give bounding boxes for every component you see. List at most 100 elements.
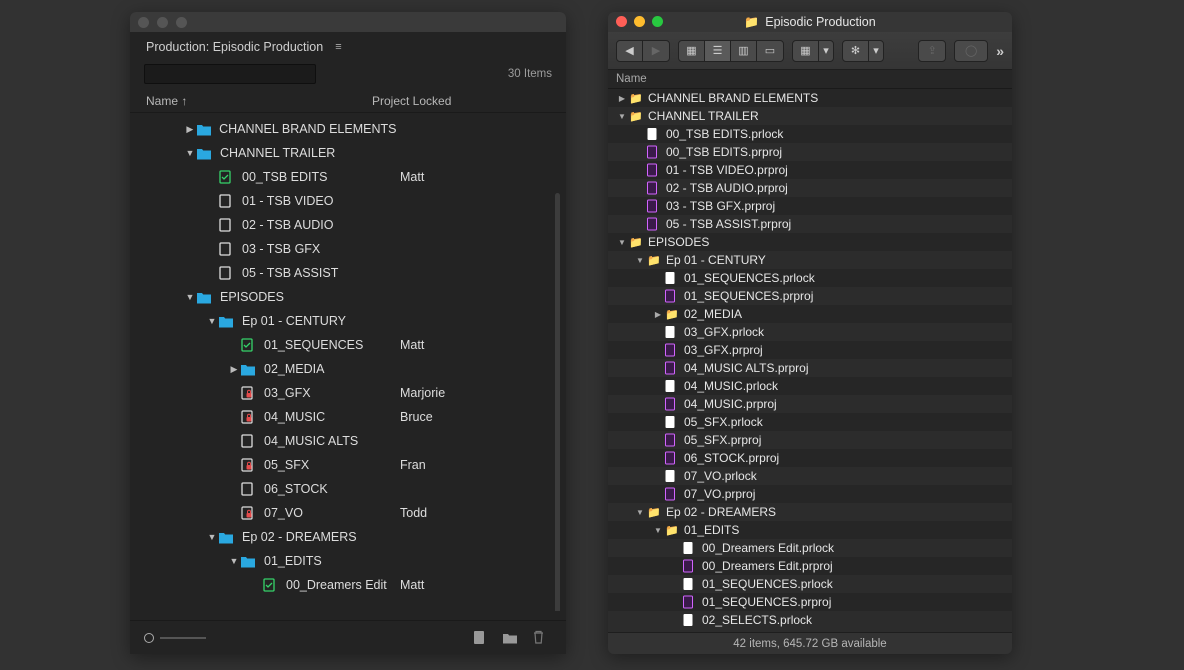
tree-row[interactable]: 07_VOTodd	[138, 501, 562, 525]
minimize-button[interactable]	[634, 16, 645, 27]
share-button[interactable]: ⇪	[919, 41, 945, 61]
file-row[interactable]: 04_MUSIC.prlock	[608, 377, 1012, 395]
tree-row[interactable]: 02 - TSB AUDIO	[138, 213, 562, 237]
tree-row[interactable]: ▼Ep 01 - CENTURY	[138, 309, 562, 333]
arrange-button[interactable]: ▦	[793, 41, 819, 61]
disclosure-triangle[interactable]: ▼	[184, 148, 196, 158]
file-list[interactable]: ▶📁CHANNEL BRAND ELEMENTS▼📁CHANNEL TRAILE…	[608, 89, 1012, 632]
file-row[interactable]: 06_STOCK.prproj	[608, 449, 1012, 467]
tree-row[interactable]: 03_GFXMarjorie	[138, 381, 562, 405]
window-titlebar[interactable]	[130, 12, 566, 32]
project-tree[interactable]: ▶CHANNEL BRAND ELEMENTS▼CHANNEL TRAILER0…	[130, 113, 566, 611]
col-name[interactable]: Name ↑	[146, 94, 372, 108]
new-folder-icon[interactable]	[502, 631, 522, 645]
file-row[interactable]: 05_SFX.prlock	[608, 413, 1012, 431]
icon-view-button[interactable]: ▦	[679, 41, 705, 61]
disclosure-triangle[interactable]: ▼	[184, 292, 196, 302]
file-row[interactable]: ▶📁02_MEDIA	[608, 305, 1012, 323]
tree-row[interactable]: 03 - TSB GFX	[138, 237, 562, 261]
tree-row[interactable]: 04_MUSICBruce	[138, 405, 562, 429]
finder-titlebar[interactable]: 📁 Episodic Production	[608, 12, 1012, 32]
close-dot[interactable]	[138, 17, 149, 28]
list-view-button[interactable]: ☰	[705, 41, 731, 61]
column-header-name[interactable]: Name	[608, 70, 1012, 89]
disclosure-triangle[interactable]: ▼	[634, 256, 646, 265]
tree-row[interactable]: ▼01_EDITS	[138, 549, 562, 573]
disclosure-triangle[interactable]: ▶	[184, 124, 196, 135]
file-row[interactable]: 03_GFX.prlock	[608, 323, 1012, 341]
file-row[interactable]: 00_TSB EDITS.prproj	[608, 143, 1012, 161]
trash-icon[interactable]	[532, 630, 552, 645]
file-row[interactable]: ▼📁Ep 02 - DREAMERS	[608, 503, 1012, 521]
disclosure-triangle[interactable]: ▼	[228, 556, 240, 566]
search-input[interactable]	[144, 64, 316, 84]
file-row[interactable]: 01_SEQUENCES.prproj	[608, 287, 1012, 305]
tree-row[interactable]: ▼CHANNEL TRAILER	[138, 141, 562, 165]
file-name: 00_Dreamers Edit.prlock	[702, 541, 834, 555]
column-view-button[interactable]: ▥	[731, 41, 757, 61]
gear-icon[interactable]: ✻	[843, 41, 869, 61]
close-button[interactable]	[616, 16, 627, 27]
file-row[interactable]: 07_VO.prproj	[608, 485, 1012, 503]
column-headers[interactable]: Name ↑ Project Locked	[130, 86, 566, 113]
item-name: CHANNEL BRAND ELEMENTS	[219, 122, 396, 136]
zoom-button[interactable]	[652, 16, 663, 27]
col-locked[interactable]: Project Locked	[372, 94, 451, 108]
disclosure-triangle[interactable]: ▼	[616, 112, 628, 121]
tree-row[interactable]: ▶ CHANNEL BRAND ELEMENTS	[138, 117, 562, 141]
tree-row[interactable]: ▼EPISODES	[138, 285, 562, 309]
new-item-icon[interactable]	[472, 630, 492, 646]
file-row[interactable]: 03_GFX.prproj	[608, 341, 1012, 359]
file-row[interactable]: 04_MUSIC.prproj	[608, 395, 1012, 413]
tree-row[interactable]: 00_Dreamers EditMatt	[138, 573, 562, 597]
disclosure-triangle[interactable]: ▼	[652, 526, 664, 535]
file-row[interactable]: 01_SEQUENCES.prlock	[608, 269, 1012, 287]
tree-row[interactable]: 04_MUSIC ALTS	[138, 429, 562, 453]
tags-button[interactable]: ◯	[955, 41, 987, 61]
file-row[interactable]: 03 - TSB GFX.prproj	[608, 197, 1012, 215]
forward-button[interactable]: ▶	[643, 41, 669, 61]
file-row[interactable]: 05_SFX.prproj	[608, 431, 1012, 449]
disclosure-triangle[interactable]: ▶	[652, 310, 664, 319]
file-row[interactable]: ▶📁CHANNEL BRAND ELEMENTS	[608, 89, 1012, 107]
file-row[interactable]: 01_SEQUENCES.prproj	[608, 593, 1012, 611]
disclosure-triangle[interactable]: ▶	[616, 94, 628, 103]
file-row[interactable]: 00_TSB EDITS.prlock	[608, 125, 1012, 143]
arrange-chevron-icon[interactable]: ▾	[819, 41, 833, 61]
file-row[interactable]: 04_MUSIC ALTS.prproj	[608, 359, 1012, 377]
file-row[interactable]: 00_Dreamers Edit.prlock	[608, 539, 1012, 557]
file-row[interactable]: ▼📁Ep 01 - CENTURY	[608, 251, 1012, 269]
panel-menu-icon[interactable]: ≡	[335, 41, 341, 53]
disclosure-triangle[interactable]: ▼	[206, 532, 218, 542]
file-row[interactable]: 00_Dreamers Edit.prproj	[608, 557, 1012, 575]
tree-row[interactable]: 05_SFXFran	[138, 453, 562, 477]
zoom-slider[interactable]	[144, 633, 206, 643]
disclosure-triangle[interactable]: ▼	[206, 316, 218, 326]
disclosure-triangle[interactable]: ▼	[634, 508, 646, 517]
file-row[interactable]: 01_SEQUENCES.prlock	[608, 575, 1012, 593]
zoom-dot[interactable]	[176, 17, 187, 28]
action-chevron-icon[interactable]: ▾	[869, 41, 883, 61]
tree-row[interactable]: 00_TSB EDITSMatt	[138, 165, 562, 189]
file-row[interactable]: 07_VO.prlock	[608, 467, 1012, 485]
scrollbar[interactable]	[555, 193, 560, 611]
tree-row[interactable]: 05 - TSB ASSIST	[138, 261, 562, 285]
toolbar-overflow-icon[interactable]: »	[996, 43, 1004, 59]
gallery-view-button[interactable]: ▭	[757, 41, 783, 61]
minimize-dot[interactable]	[157, 17, 168, 28]
tree-row[interactable]: ▶02_MEDIA	[138, 357, 562, 381]
tree-row[interactable]: ▼Ep 02 - DREAMERS	[138, 525, 562, 549]
file-row[interactable]: 05 - TSB ASSIST.prproj	[608, 215, 1012, 233]
tree-row[interactable]: 01_SEQUENCESMatt	[138, 333, 562, 357]
back-button[interactable]: ◀	[617, 41, 643, 61]
tree-row[interactable]: 06_STOCK	[138, 477, 562, 501]
file-row[interactable]: 02 - TSB AUDIO.prproj	[608, 179, 1012, 197]
file-row[interactable]: 02_SELECTS.prlock	[608, 611, 1012, 629]
tree-row[interactable]: 01 - TSB VIDEO	[138, 189, 562, 213]
file-row[interactable]: ▼📁EPISODES	[608, 233, 1012, 251]
file-row[interactable]: ▼📁01_EDITS	[608, 521, 1012, 539]
disclosure-triangle[interactable]: ▶	[228, 364, 240, 375]
file-row[interactable]: ▼📁CHANNEL TRAILER	[608, 107, 1012, 125]
file-row[interactable]: 01 - TSB VIDEO.prproj	[608, 161, 1012, 179]
disclosure-triangle[interactable]: ▼	[616, 238, 628, 247]
